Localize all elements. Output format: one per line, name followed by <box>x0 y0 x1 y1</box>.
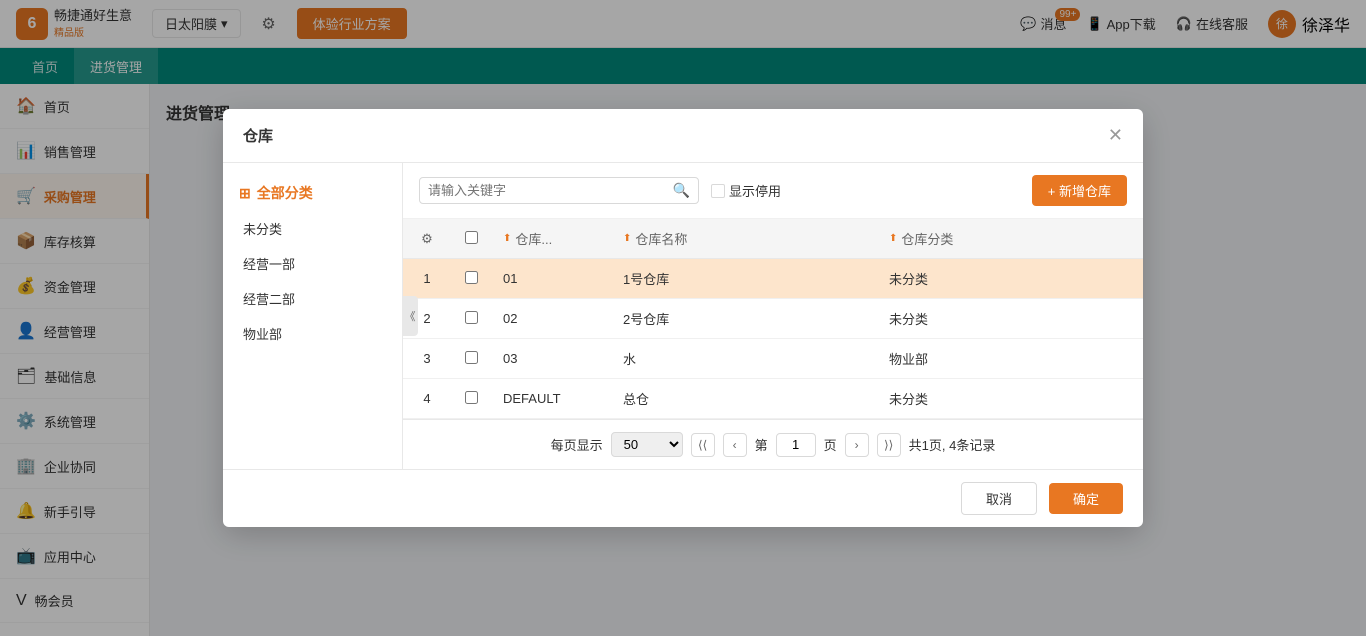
category-item-dept2[interactable]: 经营二部 <box>223 281 402 316</box>
gear-icon[interactable]: ⚙ <box>421 231 433 246</box>
add-warehouse-btn[interactable]: + 新增仓库 <box>1032 175 1127 206</box>
col-gear: ⚙ <box>403 219 451 259</box>
search-input[interactable] <box>428 183 667 198</box>
row-code: DEFAULT <box>491 379 611 419</box>
sort-icon-code: ⬆ <box>503 233 511 244</box>
dialog-footer: 取消 确定 <box>223 469 1143 527</box>
sidebar-collapse-btn[interactable]: 《 <box>402 296 418 336</box>
select-all-checkbox[interactable] <box>465 231 478 244</box>
category-item-dept1[interactable]: 经营一部 <box>223 246 402 281</box>
sort-icon-category: ⬆ <box>889 233 897 244</box>
row-checkbox[interactable] <box>451 379 491 419</box>
row-category: 物业部 <box>877 339 1143 379</box>
grid-icon: ⊞ <box>239 185 251 202</box>
per-page-select[interactable]: 50 100 200 <box>611 432 683 457</box>
category-item-property[interactable]: 物业部 <box>223 316 402 351</box>
warehouse-table: ⚙ ⬆ 仓库... <box>403 219 1143 419</box>
dialog-title: 仓库 <box>243 125 273 146</box>
last-page-btn[interactable]: ⟩⟩ <box>877 433 901 457</box>
table-row[interactable]: 2 02 2号仓库 未分类 <box>403 299 1143 339</box>
dialog-body: ⊞ 全部分类 未分类 经营一部 经营二部 物业部 《 <box>223 163 1143 469</box>
row-name: 总仓 <box>611 379 877 419</box>
row-code: 02 <box>491 299 611 339</box>
dialog-toolbar: 🔍 显示停用 + 新增仓库 <box>403 163 1143 219</box>
row-checkbox[interactable] <box>451 259 491 299</box>
disabled-checkbox[interactable] <box>711 184 725 198</box>
per-page-label: 每页显示 <box>551 435 603 454</box>
page-number-input[interactable] <box>776 433 816 457</box>
show-disabled-checkbox[interactable]: 显示停用 <box>711 181 781 200</box>
table-header: ⚙ ⬆ 仓库... <box>403 219 1143 259</box>
row-no: 1 <box>403 259 451 299</box>
confirm-btn[interactable]: 确定 <box>1049 483 1123 514</box>
category-item-uncategorized[interactable]: 未分类 <box>223 211 402 246</box>
next-page-btn[interactable]: › <box>845 433 869 457</box>
warehouse-dialog: 仓库 ✕ ⊞ 全部分类 未分类 经营一部 经营二部 <box>223 109 1143 527</box>
table-body: 1 01 1号仓库 未分类 2 02 2号仓库 未分类 3 03 水 物业部 4… <box>403 259 1143 419</box>
row-checkbox[interactable] <box>451 339 491 379</box>
cancel-btn[interactable]: 取消 <box>961 482 1037 515</box>
table-row[interactable]: 4 DEFAULT 总仓 未分类 <box>403 379 1143 419</box>
row-category: 未分类 <box>877 379 1143 419</box>
row-checkbox[interactable] <box>451 299 491 339</box>
dialog-category-sidebar: ⊞ 全部分类 未分类 经营一部 经营二部 物业部 《 <box>223 163 403 469</box>
table-row[interactable]: 1 01 1号仓库 未分类 <box>403 259 1143 299</box>
row-category: 未分类 <box>877 259 1143 299</box>
page-suffix-label: 页 <box>824 435 837 454</box>
row-no: 3 <box>403 339 451 379</box>
row-name: 水 <box>611 339 877 379</box>
row-name: 2号仓库 <box>611 299 877 339</box>
prev-page-btn[interactable]: ‹ <box>723 433 747 457</box>
first-page-btn[interactable]: ⟨⟨ <box>691 433 715 457</box>
page-prefix-label: 第 <box>755 435 768 454</box>
row-code: 01 <box>491 259 611 299</box>
row-name: 1号仓库 <box>611 259 877 299</box>
pagination: 每页显示 50 100 200 ⟨⟨ ‹ 第 页 › ⟩⟩ 共1页, 4条记录 <box>403 419 1143 469</box>
col-name: ⬆ 仓库名称 <box>611 219 877 259</box>
dialog-header: 仓库 ✕ <box>223 109 1143 163</box>
col-category: ⬆ 仓库分类 <box>877 219 1143 259</box>
col-check <box>451 219 491 259</box>
dialog-main-panel: 🔍 显示停用 + 新增仓库 ⚙ <box>403 163 1143 469</box>
dialog-close-btn[interactable]: ✕ <box>1108 125 1123 146</box>
search-box: 🔍 <box>419 177 699 204</box>
search-icon: 🔍 <box>673 182 690 199</box>
total-info: 共1页, 4条记录 <box>909 435 996 454</box>
col-code: ⬆ 仓库... <box>491 219 611 259</box>
row-category: 未分类 <box>877 299 1143 339</box>
row-code: 03 <box>491 339 611 379</box>
table-row[interactable]: 3 03 水 物业部 <box>403 339 1143 379</box>
sort-icon-name: ⬆ <box>623 233 631 244</box>
row-no: 4 <box>403 379 451 419</box>
category-all-btn[interactable]: ⊞ 全部分类 <box>223 175 402 211</box>
dialog-overlay: 仓库 ✕ ⊞ 全部分类 未分类 经营一部 经营二部 <box>0 0 1366 636</box>
